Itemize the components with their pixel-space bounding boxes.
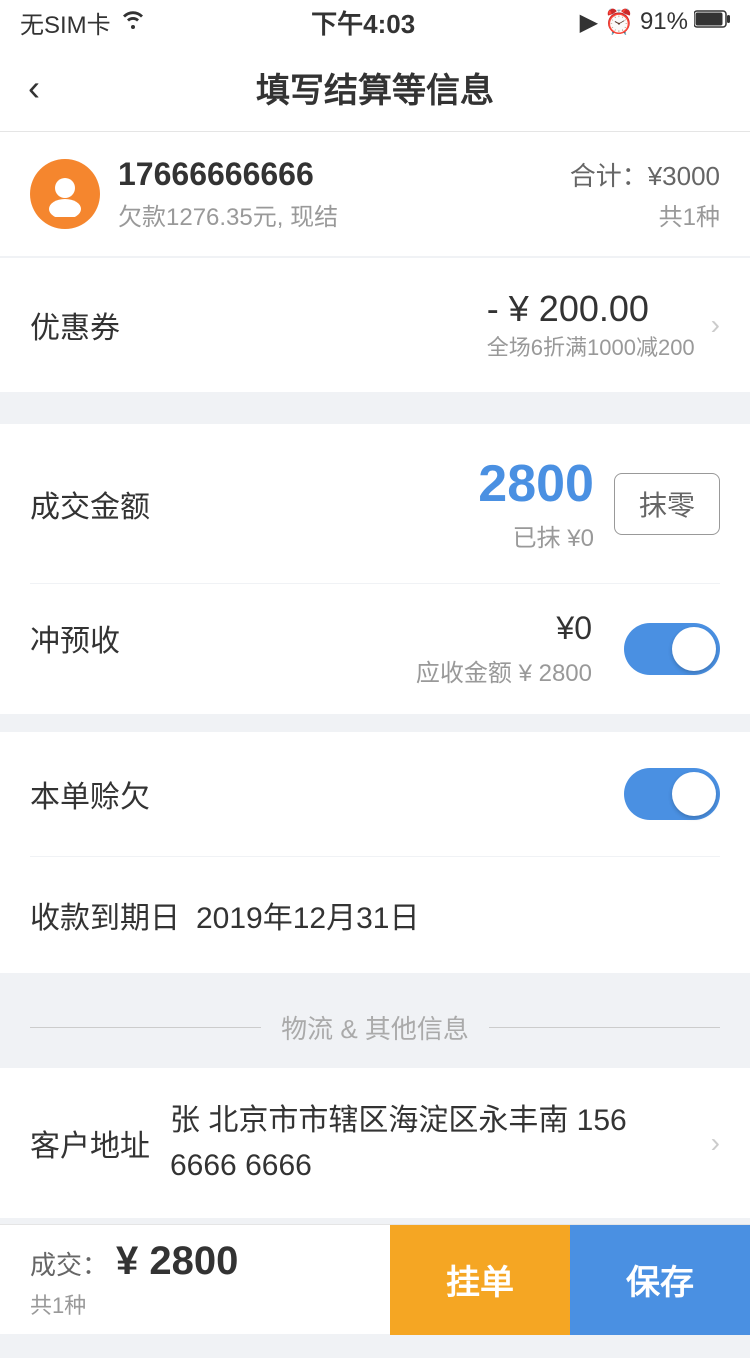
nav-bar: ‹ 填写结算等信息 bbox=[0, 44, 750, 132]
total-count: 共1种 bbox=[570, 197, 720, 232]
prepay-receivable: 应收金额 ¥ 2800 bbox=[416, 653, 592, 688]
logistics-divider: 物流 & 其他信息 bbox=[0, 1009, 750, 1046]
amount-row: 成交金额 2800 已抹 ¥0 抹零 bbox=[30, 424, 720, 583]
page-title: 填写结算等信息 bbox=[256, 63, 494, 112]
debt-row: 本单赊欠 bbox=[30, 732, 720, 856]
footer-count: 共1种 bbox=[30, 1288, 360, 1320]
status-bar: 无SIM卡 下午4:03 ▶ ⏰ 91% bbox=[0, 0, 750, 44]
prepay-row: 冲预收 ¥0 应收金额 ¥ 2800 bbox=[30, 583, 720, 714]
battery-text: 91% bbox=[640, 8, 688, 36]
status-time: 下午4:03 bbox=[311, 4, 415, 41]
amount-right: 2800 已抹 ¥0 抹零 bbox=[478, 454, 720, 553]
user-info: 17666666666 欠款1276.35元, 现结 bbox=[118, 156, 338, 232]
amount-section: 成交金额 2800 已抹 ¥0 抹零 冲预收 ¥0 应收金额 ¥ 2800 bbox=[0, 424, 750, 714]
user-phone: 17666666666 bbox=[118, 156, 338, 193]
location-icon: ▶ bbox=[580, 8, 598, 37]
address-arrow-icon: › bbox=[711, 1127, 720, 1159]
back-button[interactable]: ‹ bbox=[28, 67, 40, 109]
prepay-amount: ¥0 bbox=[556, 610, 592, 647]
amount-value: 2800 bbox=[478, 454, 594, 514]
alarm-icon: ⏰ bbox=[604, 8, 634, 37]
footer-left: 成交： ¥ 2800 共1种 bbox=[0, 1239, 390, 1320]
coupon-arrow-icon: › bbox=[711, 309, 720, 341]
user-card: 17666666666 欠款1276.35元, 现结 合计：¥3000 共1种 bbox=[0, 132, 750, 256]
user-debt: 欠款1276.35元, 现结 bbox=[118, 197, 338, 232]
save-button[interactable]: 保存 bbox=[570, 1225, 750, 1335]
battery-icon bbox=[694, 8, 730, 36]
status-right: ▶ ⏰ 91% bbox=[580, 8, 730, 37]
logistics-label: 物流 & 其他信息 bbox=[281, 1009, 469, 1046]
pending-button[interactable]: 挂单 bbox=[390, 1225, 570, 1335]
footer-deal-label: 成交： bbox=[30, 1245, 108, 1282]
round-button[interactable]: 抹零 bbox=[614, 473, 720, 535]
prepay-right: ¥0 应收金额 ¥ 2800 bbox=[416, 610, 592, 688]
user-left: 17666666666 欠款1276.35元, 现结 bbox=[30, 156, 338, 232]
logistics-section: 物流 & 其他信息 bbox=[0, 989, 750, 1066]
address-key: 客户地址 bbox=[30, 1121, 150, 1165]
coupon-discount: - ¥ 200.00 bbox=[487, 288, 695, 330]
address-section[interactable]: 客户地址 张 北京市市辖区海淀区永丰南 156 6666 6666 › bbox=[0, 1068, 750, 1218]
coupon-desc: 全场6折满1000减200 bbox=[487, 330, 695, 362]
address-value: 张 北京市市辖区海淀区永丰南 156 6666 6666 bbox=[170, 1098, 701, 1188]
wifi-icon bbox=[119, 8, 147, 36]
prepay-label: 冲预收 bbox=[30, 610, 120, 660]
address-row[interactable]: 客户地址 张 北京市市辖区海淀区永丰南 156 6666 6666 › bbox=[0, 1068, 750, 1218]
debt-section: 本单赊欠 收款到期日 2019年12月31日 bbox=[0, 732, 750, 973]
section-divider-1 bbox=[0, 408, 750, 424]
footer: 成交： ¥ 2800 共1种 挂单 保存 bbox=[0, 1224, 750, 1334]
section-divider-2 bbox=[0, 716, 750, 732]
total-label: 合计：¥3000 bbox=[570, 156, 720, 193]
footer-amount: ¥ 2800 bbox=[116, 1239, 238, 1284]
coupon-right: - ¥ 200.00 全场6折满1000减200 › bbox=[487, 288, 720, 362]
amount-value-wrap: 2800 已抹 ¥0 bbox=[478, 454, 594, 553]
debt-toggle[interactable] bbox=[624, 768, 720, 820]
amount-sub: 已抹 ¥0 bbox=[478, 518, 594, 553]
debt-label: 本单赊欠 bbox=[30, 772, 150, 816]
user-total: 合计：¥3000 共1种 bbox=[570, 156, 720, 232]
coupon-row[interactable]: 优惠券 - ¥ 200.00 全场6折满1000减200 › bbox=[0, 258, 750, 392]
coupon-label: 优惠券 bbox=[30, 303, 120, 347]
prepay-toggle[interactable] bbox=[624, 623, 720, 675]
due-row: 收款到期日 2019年12月31日 bbox=[30, 856, 720, 973]
avatar bbox=[30, 159, 100, 229]
amount-label: 成交金额 bbox=[30, 482, 150, 526]
status-left: 无SIM卡 bbox=[20, 5, 147, 40]
due-date: 2019年12月31日 bbox=[196, 893, 419, 937]
carrier-text: 无SIM卡 bbox=[20, 5, 111, 40]
due-label: 收款到期日 bbox=[30, 893, 180, 937]
